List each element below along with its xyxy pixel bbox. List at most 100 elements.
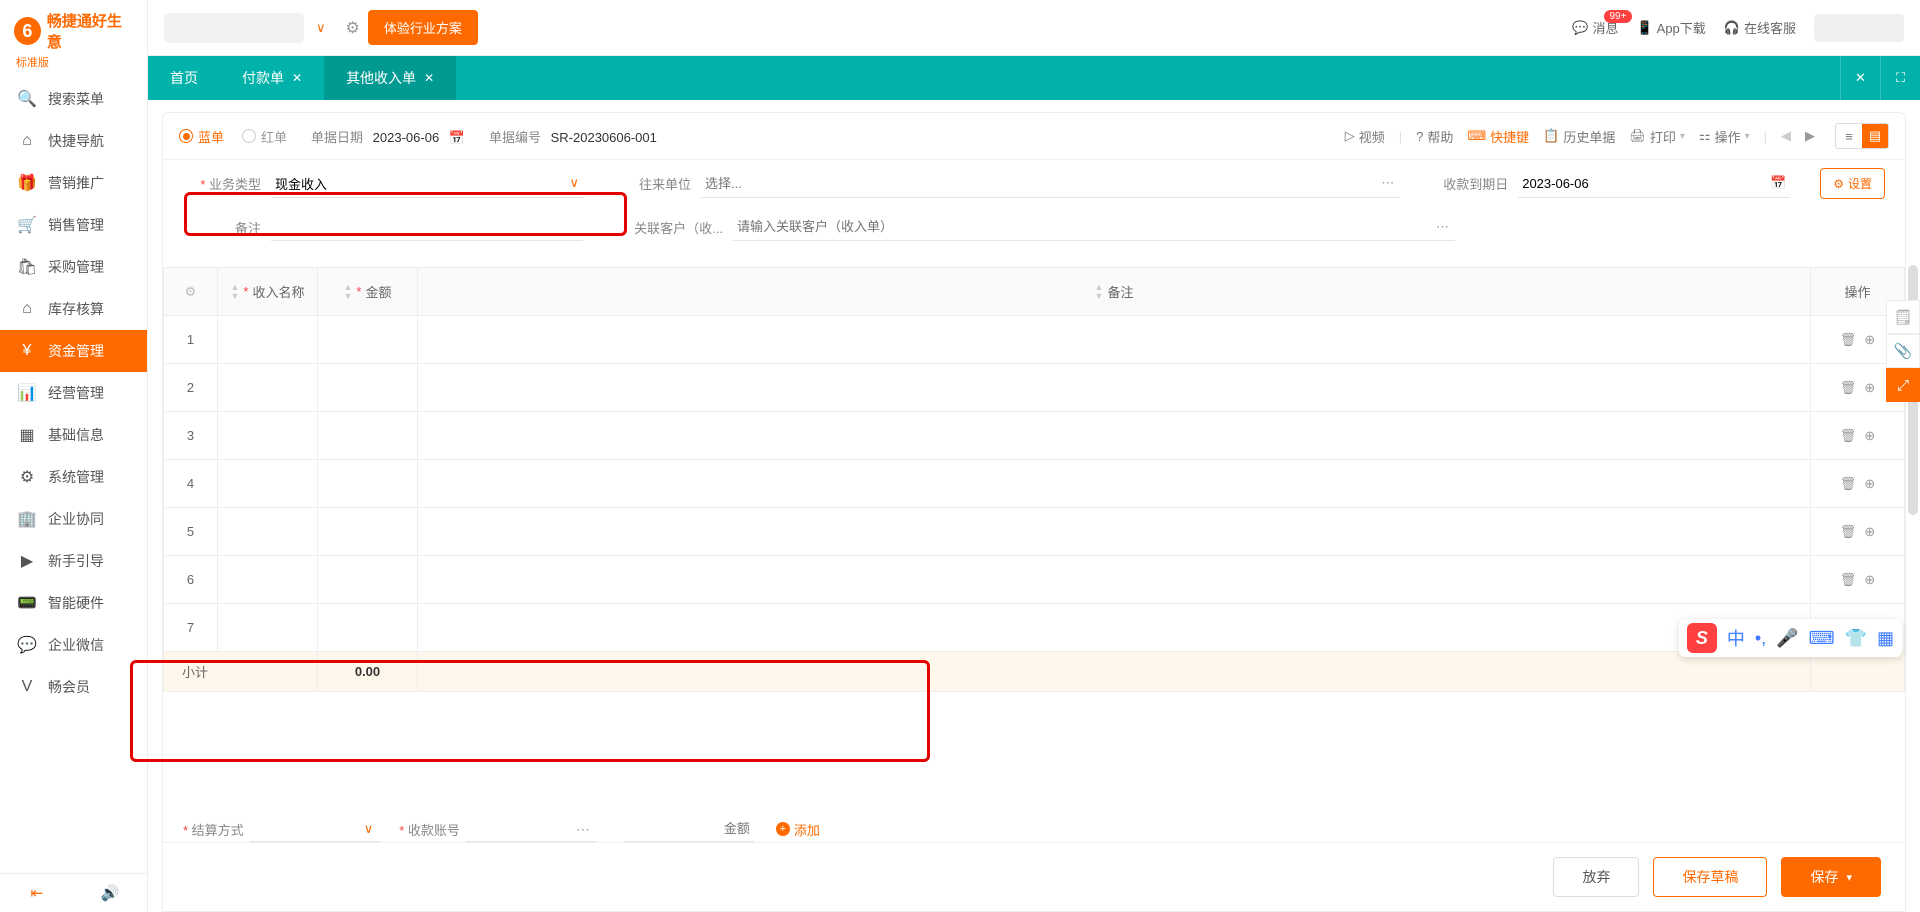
due-date-input[interactable] xyxy=(1518,170,1766,197)
close-icon[interactable]: ✕ xyxy=(424,71,434,85)
table-row[interactable]: 3🗑⊕ xyxy=(164,412,1905,460)
tab-close-all[interactable]: ✕ xyxy=(1840,56,1880,100)
next-doc-icon[interactable]: ▶ xyxy=(1805,128,1815,144)
sidebar-item-3[interactable]: 🛒销售管理 xyxy=(0,204,147,246)
radio-blue[interactable]: 蓝单 xyxy=(179,127,224,146)
ime-skin-icon[interactable]: 👕 xyxy=(1845,628,1867,649)
table-row[interactable]: 6🗑⊕ xyxy=(164,556,1905,604)
biz-type-select[interactable] xyxy=(271,170,565,197)
view-form[interactable]: ▤ xyxy=(1862,124,1888,148)
table-row[interactable]: 1🗑⊕ xyxy=(164,316,1905,364)
table-row[interactable]: 4🗑⊕ xyxy=(164,460,1905,508)
subtotal-amount: 0.00 xyxy=(318,652,418,692)
ime-keyboard-icon[interactable]: ⌨ xyxy=(1809,628,1835,649)
party-select[interactable] xyxy=(701,170,1377,197)
calendar-icon[interactable]: 📅 xyxy=(1766,175,1790,191)
history-link[interactable]: 📋历史单据 xyxy=(1543,127,1615,146)
copy-icon[interactable]: ⊕ xyxy=(1864,332,1875,348)
more-icon[interactable]: ⋯ xyxy=(1377,175,1400,191)
delete-icon[interactable]: 🗑 xyxy=(1840,428,1857,444)
save-button[interactable]: 保存▾ xyxy=(1781,857,1881,897)
sidebar-item-5[interactable]: ⌂库存核算 xyxy=(0,288,147,330)
table-row[interactable]: 5🗑⊕ xyxy=(164,508,1905,556)
sidebar-item-12[interactable]: 📟智能硬件 xyxy=(0,582,147,624)
ime-mic-icon[interactable]: 🎤 xyxy=(1776,628,1798,649)
sidebar-item-2[interactable]: 🎁营销推广 xyxy=(0,162,147,204)
ops-link[interactable]: ⚏操作▾ xyxy=(1699,127,1750,146)
delete-icon[interactable]: 🗑 xyxy=(1840,572,1857,588)
tab-1[interactable]: 付款单✕ xyxy=(220,56,324,100)
tab-fullscreen[interactable]: ⛶ xyxy=(1880,56,1920,100)
float-expand-icon[interactable]: ⤢ xyxy=(1886,368,1920,402)
video-link[interactable]: ▷视频 xyxy=(1345,127,1385,146)
messages-link[interactable]: 💬 消息 99+ xyxy=(1572,18,1618,37)
view-list[interactable]: ≡ xyxy=(1836,124,1862,148)
user-avatar[interactable] xyxy=(1814,14,1904,42)
sidebar-item-6[interactable]: ¥资金管理 xyxy=(0,330,147,372)
print-link[interactable]: 🖨打印▾ xyxy=(1629,127,1685,146)
prev-doc-icon[interactable]: ◀ xyxy=(1781,128,1791,144)
app-download-link[interactable]: 📱 App下载 xyxy=(1636,18,1705,37)
sidebar-item-7[interactable]: 📊经营管理 xyxy=(0,372,147,414)
calendar-icon[interactable]: 📅 xyxy=(449,130,465,145)
sidebar-item-4[interactable]: 🛍采购管理 xyxy=(0,246,147,288)
company-selector[interactable] xyxy=(164,13,304,43)
help-link[interactable]: ?帮助 xyxy=(1416,127,1453,146)
float-note-icon[interactable]: 🗒 xyxy=(1886,300,1920,334)
sort-icon[interactable]: ▲▼ xyxy=(1095,283,1104,301)
delete-icon[interactable]: 🗑 xyxy=(1840,380,1857,396)
gear-icon[interactable]: ⚙ xyxy=(185,284,197,299)
delete-icon[interactable]: 🗑 xyxy=(1840,524,1857,540)
sidebar-item-0[interactable]: 🔍搜索菜单 xyxy=(0,78,147,120)
ime-punct-icon[interactable]: •, xyxy=(1755,628,1766,649)
save-draft-button[interactable]: 保存草稿 xyxy=(1653,857,1767,897)
ime-lang[interactable]: 中 xyxy=(1727,625,1745,651)
sidebar-item-10[interactable]: 🏢企业协同 xyxy=(0,498,147,540)
tab-0[interactable]: 首页 xyxy=(148,56,220,100)
sidebar-item-1[interactable]: ⌂快捷导航 xyxy=(0,120,147,162)
copy-icon[interactable]: ⊕ xyxy=(1864,380,1875,396)
delete-icon[interactable]: 🗑 xyxy=(1840,476,1857,492)
more-icon[interactable]: ⋯ xyxy=(576,821,592,838)
float-clip-icon[interactable]: 📎 xyxy=(1886,334,1920,368)
trial-button[interactable]: 体验行业方案 xyxy=(368,10,478,45)
remark-input[interactable] xyxy=(271,213,583,241)
sidebar-item-13[interactable]: 💬企业微信 xyxy=(0,624,147,666)
copy-icon[interactable]: ⊕ xyxy=(1864,572,1875,588)
phone-icon: 📱 xyxy=(1636,20,1652,36)
shortcut-link[interactable]: ⌨快捷键 xyxy=(1467,127,1529,146)
chevron-down-icon[interactable]: ∨ xyxy=(364,821,374,837)
close-icon[interactable]: ✕ xyxy=(292,71,302,85)
table-row[interactable]: 7🗑⊕ xyxy=(164,604,1905,652)
pay-method-select[interactable] xyxy=(250,816,380,842)
discard-button[interactable]: 放弃 xyxy=(1553,857,1639,897)
ime-toolbox-icon[interactable]: ▦ xyxy=(1877,628,1894,649)
settings-gear-icon[interactable]: ⚙ xyxy=(346,18,360,38)
copy-icon[interactable]: ⊕ xyxy=(1864,428,1875,444)
pay-amount-input[interactable] xyxy=(624,816,754,842)
sidebar-sound-btn[interactable]: 🔊 xyxy=(74,874,148,912)
copy-icon[interactable]: ⊕ xyxy=(1864,524,1875,540)
delete-icon[interactable]: 🗑 xyxy=(1840,332,1857,348)
sidebar-collapse-btn[interactable]: ⇤ xyxy=(0,874,74,912)
tab-2[interactable]: 其他收入单✕ xyxy=(324,56,456,100)
company-dropdown-icon[interactable]: ∨ xyxy=(316,20,326,36)
sidebar-item-8[interactable]: ▦基础信息 xyxy=(0,414,147,456)
sidebar-item-9[interactable]: ⚙系统管理 xyxy=(0,456,147,498)
sidebar-item-14[interactable]: V畅会员 xyxy=(0,666,147,708)
sidebar-item-11[interactable]: ▶新手引导 xyxy=(0,540,147,582)
support-link[interactable]: 🎧 在线客服 xyxy=(1724,18,1796,37)
sort-icon[interactable]: ▲▼ xyxy=(231,283,240,301)
chevron-down-icon[interactable]: ∨ xyxy=(565,175,583,191)
ops-icon: ⚏ xyxy=(1699,128,1711,144)
pay-method-label: 结算方式 xyxy=(183,820,244,839)
table-row[interactable]: 2🗑⊕ xyxy=(164,364,1905,412)
radio-red[interactable]: 红单 xyxy=(242,127,287,146)
settings-button[interactable]: ⚙设置 xyxy=(1820,168,1885,199)
sort-icon[interactable]: ▲▼ xyxy=(344,283,353,301)
more-icon[interactable]: ⋯ xyxy=(1432,219,1455,235)
ime-toolbar[interactable]: S 中 •, 🎤 ⌨ 👕 ▦ xyxy=(1679,619,1902,657)
rel-customer-input[interactable] xyxy=(733,213,1432,240)
add-payment-link[interactable]: + 添加 xyxy=(776,820,820,839)
copy-icon[interactable]: ⊕ xyxy=(1864,476,1875,492)
